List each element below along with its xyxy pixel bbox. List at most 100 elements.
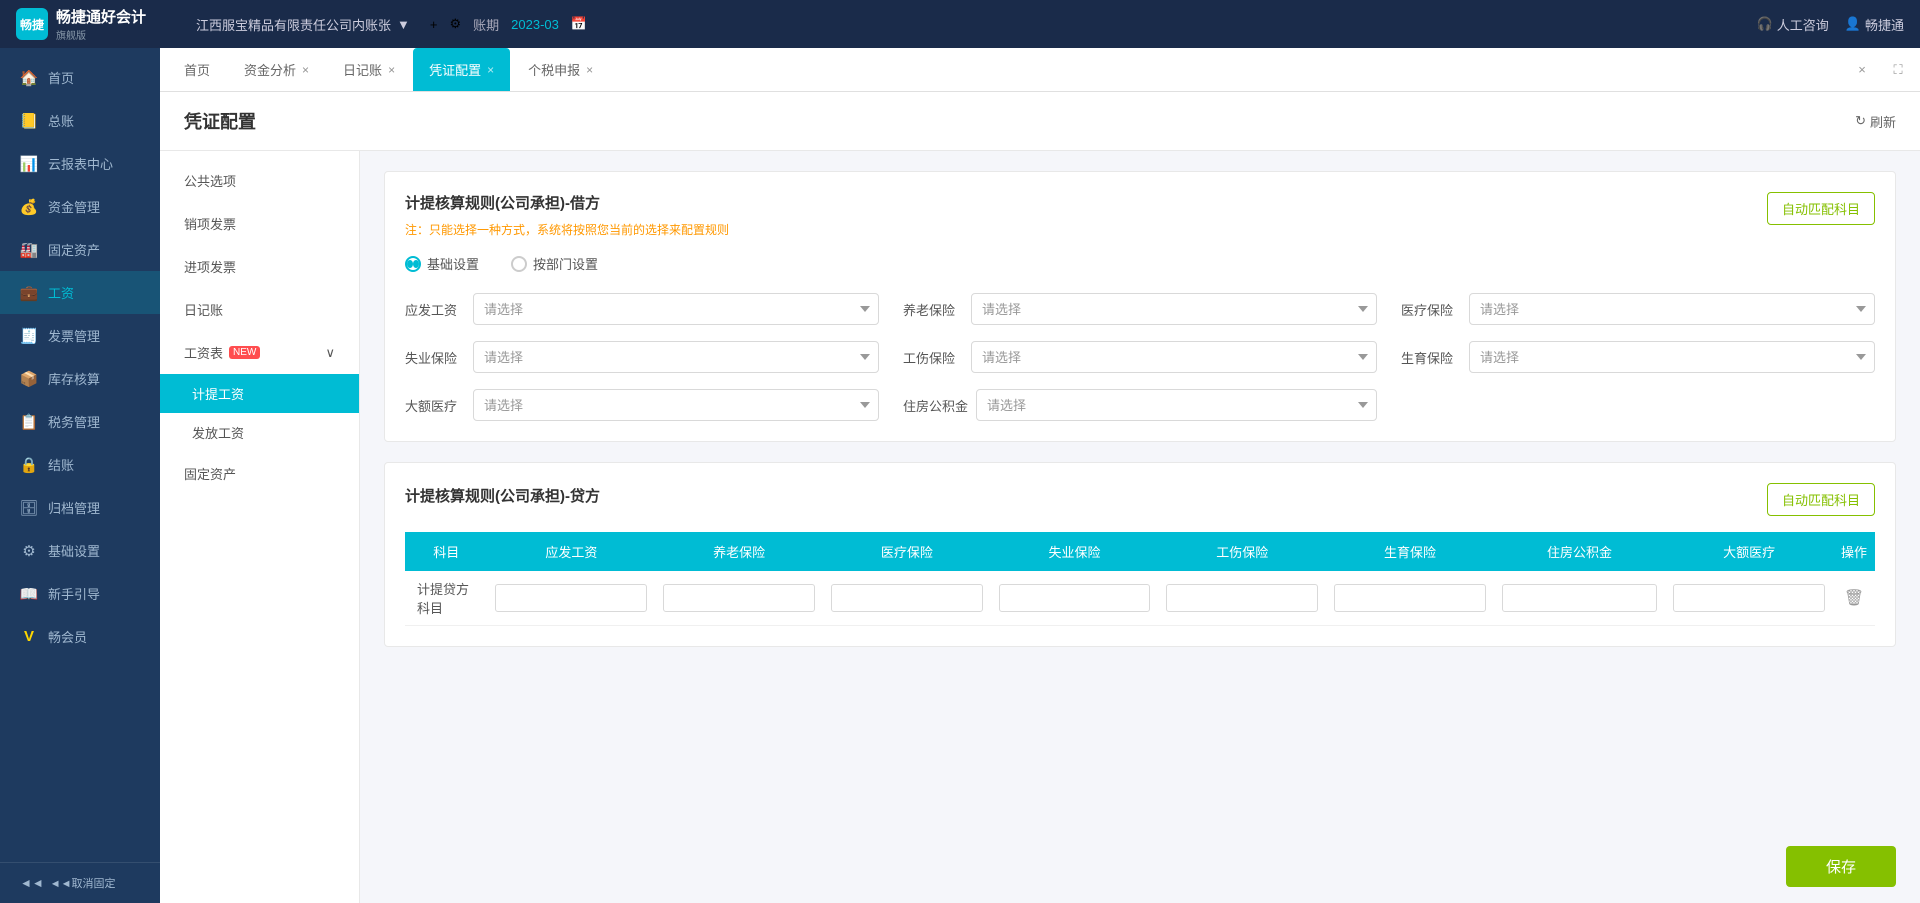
- cancel-fixed-button[interactable]: ◄◄ ◄◄取消固定: [0, 862, 160, 903]
- input-credit-dae[interactable]: [1673, 584, 1825, 612]
- sidebar-item-archive[interactable]: 🗄 归档管理: [0, 486, 160, 529]
- sidebar: 🏠 首页 📒 总账 📊 云报表中心 💰 资金管理 🏭 固定资产 💼 工资: [0, 48, 160, 903]
- sidebar-label-reports: 云报表中心: [48, 154, 113, 173]
- sidebar-item-tax[interactable]: 📋 税务管理: [0, 400, 160, 443]
- sidebar-item-ledger[interactable]: 📒 总账: [0, 99, 160, 142]
- left-menu-payroll-table[interactable]: 工资表 NEW ∨: [160, 331, 359, 374]
- radio-dept-circle: [511, 256, 527, 272]
- sidebar-item-home[interactable]: 🏠 首页: [0, 56, 160, 99]
- select-gongshang[interactable]: 请选择: [971, 341, 1377, 373]
- radio-basic-circle: [405, 256, 421, 272]
- sidebar-label-home: 首页: [48, 68, 74, 87]
- sidebar-item-reports[interactable]: 📊 云报表中心: [0, 142, 160, 185]
- auto-match-credit-button[interactable]: 自动匹配科目: [1767, 483, 1875, 516]
- maximize-button[interactable]: ⛶: [1884, 56, 1912, 84]
- left-menu-calc-salary[interactable]: 计提工资: [160, 374, 359, 413]
- delete-row-button[interactable]: 🗑: [1844, 590, 1864, 607]
- home-icon: 🏠: [20, 69, 38, 87]
- tab-tax-report[interactable]: 个税申报 ×: [512, 48, 609, 91]
- credit-section-title: 计提核算规则(公司承担)-贷方: [405, 485, 600, 506]
- sidebar-item-salary[interactable]: 💼 工资: [0, 271, 160, 314]
- debit-section-title: 计提核算规则(公司承担)-借方: [405, 192, 729, 213]
- company-dropdown-icon: ▼: [397, 17, 410, 32]
- sidebar-label-vip: 畅会员: [48, 627, 87, 646]
- radio-basic-label: 基础设置: [427, 254, 479, 273]
- select-shengyu[interactable]: 请选择: [1469, 341, 1875, 373]
- tab-funds-close[interactable]: ×: [302, 63, 309, 77]
- calendar-icon[interactable]: 📅: [571, 16, 587, 32]
- sidebar-item-inventory[interactable]: 📦 库存核算: [0, 357, 160, 400]
- credit-table-wrapper: 科目 应发工资 养老保险 医疗保险 失业保险 工伤保险 生育保险 住房公积金 大: [405, 532, 1875, 626]
- user-avatar[interactable]: 👤 畅捷通: [1845, 15, 1904, 34]
- sidebar-label-settings: 基础设置: [48, 541, 100, 560]
- human-service-button[interactable]: 🎧 人工咨询: [1757, 15, 1829, 34]
- sidebar-label-invoices: 发票管理: [48, 326, 100, 345]
- select-yiliao[interactable]: 请选择: [1469, 293, 1875, 325]
- input-credit-shengyu[interactable]: [1334, 584, 1486, 612]
- save-button[interactable]: 保存: [1786, 846, 1896, 887]
- select-dae[interactable]: 请选择: [473, 389, 879, 421]
- tab-voucher-config[interactable]: 凭证配置 ×: [413, 48, 510, 91]
- company-selector[interactable]: 江西服宝精品有限责任公司内账张 ▼: [188, 11, 418, 38]
- tab-journal-close[interactable]: ×: [388, 63, 395, 77]
- sidebar-item-funds[interactable]: 💰 资金管理: [0, 185, 160, 228]
- input-credit-yiliao[interactable]: [831, 584, 983, 612]
- label-dae: 大额医疗: [405, 396, 465, 415]
- add-account-button[interactable]: +: [430, 17, 438, 32]
- archive-icon: 🗄: [20, 499, 38, 517]
- input-credit-yingfa[interactable]: [495, 584, 647, 612]
- settings-gear-button[interactable]: ⚙: [449, 16, 461, 32]
- select-gjj[interactable]: 请选择: [976, 389, 1377, 421]
- logo-area: 畅捷 畅捷通好会计 旗舰版: [16, 6, 176, 42]
- col-yingfa: 应发工资: [487, 532, 655, 571]
- sidebar-label-salary: 工资: [48, 283, 74, 302]
- auto-match-debit-button[interactable]: 自动匹配科目: [1767, 192, 1875, 225]
- tab-tax-close[interactable]: ×: [586, 63, 593, 77]
- left-menu-sales-invoice[interactable]: 销项发票: [160, 202, 359, 245]
- vip-icon: V: [20, 628, 38, 646]
- sidebar-nav: 🏠 首页 📒 总账 📊 云报表中心 💰 资金管理 🏭 固定资产 💼 工资: [0, 48, 160, 862]
- sidebar-item-assets[interactable]: 🏭 固定资产: [0, 228, 160, 271]
- form-item-shiye: 失业保险 请选择: [405, 341, 879, 373]
- tab-journal[interactable]: 日记账 ×: [327, 48, 411, 91]
- refresh-button[interactable]: ↻ 刷新: [1855, 112, 1896, 131]
- input-credit-yanglao[interactable]: [663, 584, 815, 612]
- sidebar-item-invoices[interactable]: 🧾 发票管理: [0, 314, 160, 357]
- two-panel: 公共选项 销项发票 进项发票 日记账 工资表 NEW ∨ 计提工资 发放工资 固…: [160, 151, 1920, 903]
- input-credit-gjj[interactable]: [1502, 584, 1657, 612]
- sidebar-label-archive: 归档管理: [48, 498, 100, 517]
- main-layout: 🏠 首页 📒 总账 📊 云报表中心 💰 资金管理 🏭 固定资产 💼 工资: [0, 48, 1920, 903]
- period-value[interactable]: 2023-03: [511, 17, 559, 32]
- select-yanglao[interactable]: 请选择: [971, 293, 1377, 325]
- radio-basic[interactable]: 基础设置: [405, 254, 479, 273]
- tab-funds-analysis[interactable]: 资金分析 ×: [228, 48, 325, 91]
- headset-icon: 🎧: [1757, 16, 1773, 32]
- left-menu-purchase-invoice[interactable]: 进项发票: [160, 245, 359, 288]
- left-menu-pay-salary[interactable]: 发放工资: [160, 413, 359, 452]
- input-credit-shiye[interactable]: [999, 584, 1151, 612]
- new-badge: NEW: [229, 346, 260, 359]
- form-item-gjj: 住房公积金 请选择: [903, 389, 1377, 421]
- sidebar-item-vip[interactable]: V 畅会员: [0, 615, 160, 658]
- left-menu-public[interactable]: 公共选项: [160, 159, 359, 202]
- period-label: 账期: [473, 15, 499, 34]
- form-item-yingfa: 应发工资 请选择: [405, 293, 879, 325]
- sidebar-item-settings[interactable]: ⚙ 基础设置: [0, 529, 160, 572]
- sidebar-label-guide: 新手引导: [48, 584, 100, 603]
- tab-home-label: 首页: [184, 60, 210, 79]
- sidebar-item-close[interactable]: 🔒 结账: [0, 443, 160, 486]
- sidebar-label-funds: 资金管理: [48, 197, 100, 216]
- close-tab-button[interactable]: ×: [1848, 56, 1876, 84]
- select-shiye[interactable]: 请选择: [473, 341, 879, 373]
- tab-home[interactable]: 首页: [168, 48, 226, 91]
- radio-by-dept[interactable]: 按部门设置: [511, 254, 598, 273]
- sidebar-item-guide[interactable]: 📖 新手引导: [0, 572, 160, 615]
- avatar-icon: 👤: [1845, 16, 1861, 32]
- tab-voucher-close[interactable]: ×: [487, 63, 494, 77]
- top-bar-actions: 🎧 人工咨询 👤 畅捷通: [1757, 15, 1904, 34]
- input-credit-gongshang[interactable]: [1166, 584, 1318, 612]
- col-shengyu: 生育保险: [1326, 532, 1494, 571]
- left-menu-journal[interactable]: 日记账: [160, 288, 359, 331]
- left-menu-fixed-assets[interactable]: 固定资产: [160, 452, 359, 495]
- select-yingfa[interactable]: 请选择: [473, 293, 879, 325]
